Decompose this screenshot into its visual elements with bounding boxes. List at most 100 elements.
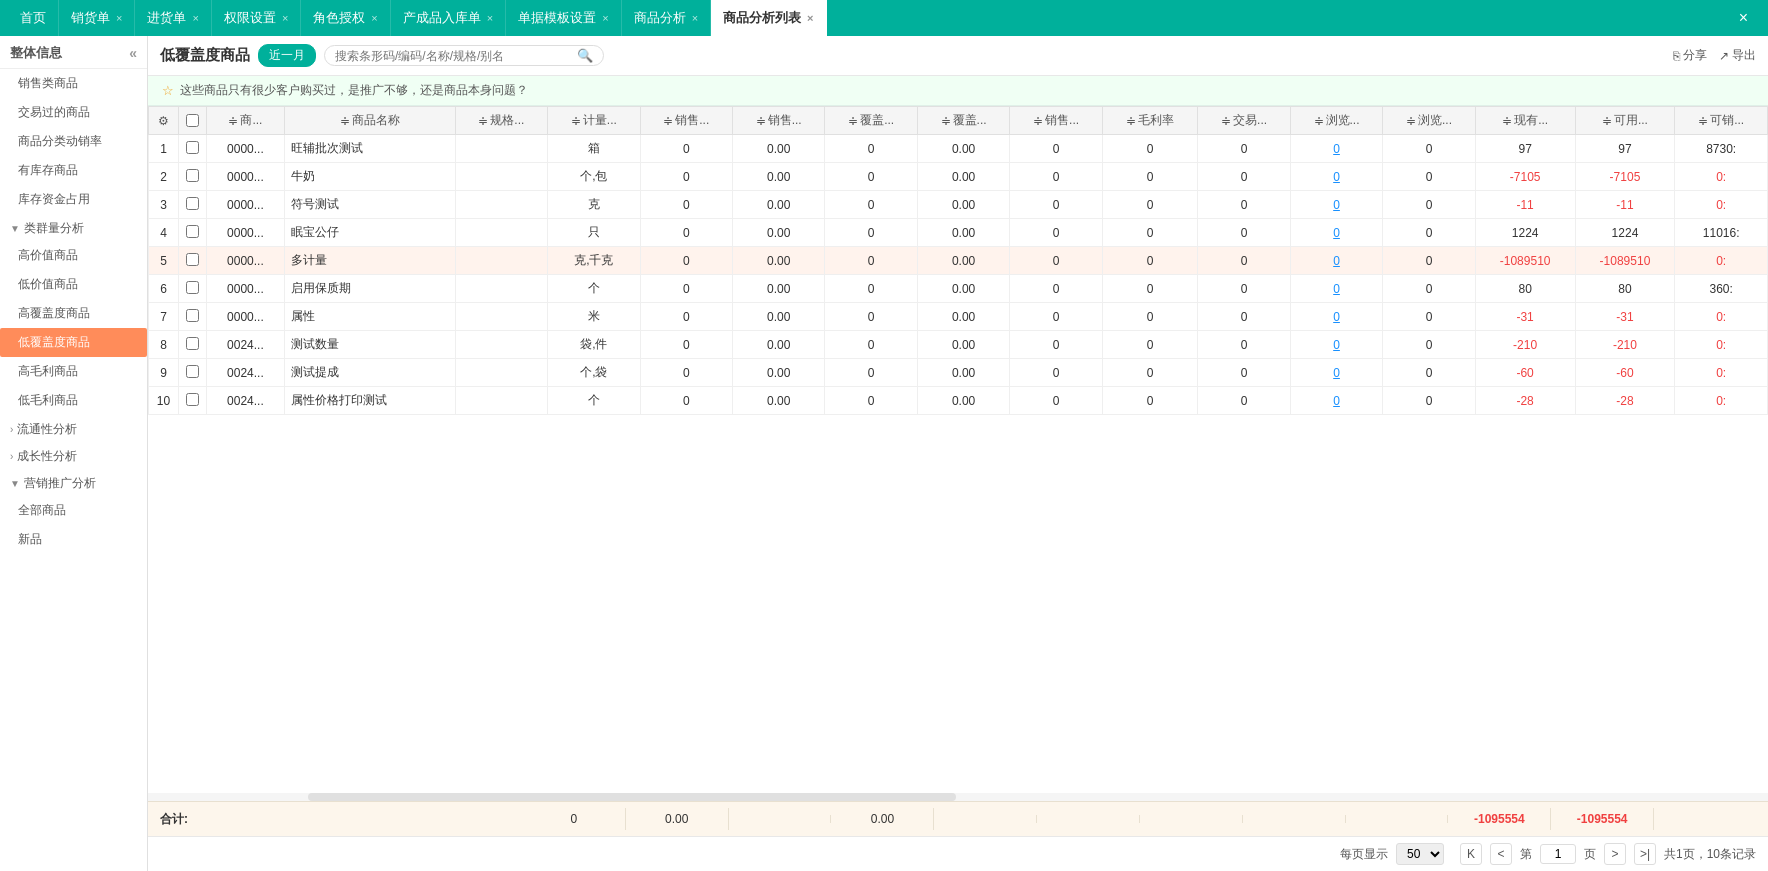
period-btn[interactable]: 近一月 xyxy=(258,44,316,67)
share-btn[interactable]: ⎘ 分享 xyxy=(1673,47,1707,64)
sidebar-item-high-margin[interactable]: 高毛利商品 xyxy=(0,357,147,386)
tab-purchase[interactable]: 进货单 × xyxy=(135,0,211,36)
cell-view1[interactable]: 0 xyxy=(1290,135,1382,163)
sidebar-section-growth[interactable]: › 成长性分析 xyxy=(0,442,147,469)
th-cover1[interactable]: ≑覆盖... xyxy=(825,107,917,135)
th-checkbox[interactable] xyxy=(179,107,207,135)
sidebar-item-low-margin[interactable]: 低毛利商品 xyxy=(0,386,147,415)
sidebar-item-sales-goods[interactable]: 销售类商品 xyxy=(0,69,147,98)
tab-production[interactable]: 产成品入库单 × xyxy=(391,0,506,36)
row-checkbox[interactable] xyxy=(186,309,199,322)
export-btn[interactable]: ↗ 导出 xyxy=(1719,47,1756,64)
th-cover2[interactable]: ≑覆盖... xyxy=(917,107,1009,135)
cell-view1[interactable]: 0 xyxy=(1290,191,1382,219)
th-name[interactable]: ≑商品名称 xyxy=(284,107,455,135)
cell-view1[interactable]: 0 xyxy=(1290,303,1382,331)
last-page-btn[interactable]: >| xyxy=(1634,843,1656,865)
cell-view1[interactable]: 0 xyxy=(1290,387,1382,415)
th-sales-amt[interactable]: ≑销售... xyxy=(732,107,824,135)
scroll-bar-container[interactable] xyxy=(148,793,1768,801)
row-checkbox[interactable] xyxy=(186,365,199,378)
cell-checkbox[interactable] xyxy=(179,359,207,387)
tab-role-close[interactable]: × xyxy=(371,12,377,24)
th-view1[interactable]: ≑浏览... xyxy=(1290,107,1382,135)
th-spec[interactable]: ≑规格... xyxy=(455,107,547,135)
tab-production-close[interactable]: × xyxy=(487,12,493,24)
sidebar-item-low-coverage[interactable]: 低覆盖度商品 xyxy=(0,328,147,357)
cell-view1[interactable]: 0 xyxy=(1290,359,1382,387)
tab-goods-analysis[interactable]: 商品分析 × xyxy=(622,0,711,36)
cell-checkbox[interactable] xyxy=(179,387,207,415)
th-available[interactable]: ≑可用... xyxy=(1575,107,1675,135)
tab-template-close[interactable]: × xyxy=(602,12,608,24)
tab-goods-analysis-list[interactable]: 商品分析列表 × xyxy=(711,0,826,36)
th-cover2-sort: ≑ xyxy=(941,114,951,128)
th-sales-qty[interactable]: ≑销售... xyxy=(640,107,732,135)
row-checkbox[interactable] xyxy=(186,337,199,350)
cell-view1[interactable]: 0 xyxy=(1290,219,1382,247)
th-sales3[interactable]: ≑销售... xyxy=(1010,107,1102,135)
cell-spec xyxy=(455,163,547,191)
row-checkbox[interactable] xyxy=(186,169,199,182)
first-page-btn[interactable]: K xyxy=(1460,843,1482,865)
cell-checkbox[interactable] xyxy=(179,331,207,359)
row-checkbox[interactable] xyxy=(186,393,199,406)
cell-checkbox[interactable] xyxy=(179,219,207,247)
sidebar-item-new-goods[interactable]: 新品 xyxy=(0,525,147,554)
th-trade[interactable]: ≑交易... xyxy=(1198,107,1290,135)
cell-checkbox[interactable] xyxy=(179,247,207,275)
th-gross[interactable]: ≑毛利率 xyxy=(1102,107,1198,135)
cell-view1[interactable]: 0 xyxy=(1290,275,1382,303)
cell-view1[interactable]: 0 xyxy=(1290,247,1382,275)
cell-checkbox[interactable] xyxy=(179,303,207,331)
cell-view1[interactable]: 0 xyxy=(1290,163,1382,191)
sidebar-section-circulation[interactable]: › 流通性分析 xyxy=(0,415,147,442)
sidebar-item-high-value[interactable]: 高价值商品 xyxy=(0,241,147,270)
th-current[interactable]: ≑现有... xyxy=(1475,107,1575,135)
cell-view2: 0 xyxy=(1383,247,1475,275)
th-unit[interactable]: ≑计量... xyxy=(548,107,640,135)
tab-goods-analysis-list-close[interactable]: × xyxy=(807,12,813,24)
tab-permission-close[interactable]: × xyxy=(282,12,288,24)
sidebar-section-cluster[interactable]: ▼ 类群量分析 xyxy=(0,214,147,241)
row-checkbox[interactable] xyxy=(186,253,199,266)
th-settings[interactable]: ⚙ xyxy=(149,107,179,135)
next-page-btn[interactable]: > xyxy=(1604,843,1626,865)
th-code[interactable]: ≑商... xyxy=(207,107,285,135)
sidebar-section-marketing[interactable]: ▼ 营销推广分析 xyxy=(0,469,147,496)
sidebar-item-stocked-goods[interactable]: 有库存商品 xyxy=(0,156,147,185)
sidebar-item-low-value[interactable]: 低价值商品 xyxy=(0,270,147,299)
tab-purchase-close[interactable]: × xyxy=(192,12,198,24)
sidebar-collapse-btn[interactable]: « xyxy=(129,45,137,61)
tab-home[interactable]: 首页 xyxy=(4,0,59,36)
tab-role[interactable]: 角色授权 × xyxy=(301,0,390,36)
row-checkbox[interactable] xyxy=(186,225,199,238)
search-input[interactable] xyxy=(335,49,573,63)
select-all-checkbox[interactable] xyxy=(186,114,199,127)
th-saleable[interactable]: ≑可销... xyxy=(1675,107,1768,135)
tab-permission[interactable]: 权限设置 × xyxy=(212,0,301,36)
sidebar-item-stock-capital[interactable]: 库存资金占用 xyxy=(0,185,147,214)
cell-trade: 0 xyxy=(1198,275,1290,303)
cell-checkbox[interactable] xyxy=(179,275,207,303)
cell-checkbox[interactable] xyxy=(179,191,207,219)
page-number-input[interactable]: 1 xyxy=(1540,844,1576,864)
row-checkbox[interactable] xyxy=(186,141,199,154)
th-view2[interactable]: ≑浏览... xyxy=(1383,107,1475,135)
per-page-select[interactable]: 50 xyxy=(1396,843,1444,865)
cell-checkbox[interactable] xyxy=(179,135,207,163)
tab-goods-analysis-close[interactable]: × xyxy=(692,12,698,24)
sidebar-item-high-coverage[interactable]: 高覆盖度商品 xyxy=(0,299,147,328)
tab-sales[interactable]: 销货单 × xyxy=(59,0,135,36)
tab-template[interactable]: 单据模板设置 × xyxy=(506,0,621,36)
window-close-btn[interactable]: × xyxy=(1723,9,1764,27)
sidebar-item-traded-goods[interactable]: 交易过的商品 xyxy=(0,98,147,127)
sidebar-item-category-rate[interactable]: 商品分类动销率 xyxy=(0,127,147,156)
row-checkbox[interactable] xyxy=(186,197,199,210)
sidebar-item-all-goods[interactable]: 全部商品 xyxy=(0,496,147,525)
cell-checkbox[interactable] xyxy=(179,163,207,191)
cell-view1[interactable]: 0 xyxy=(1290,331,1382,359)
prev-page-btn[interactable]: < xyxy=(1490,843,1512,865)
row-checkbox[interactable] xyxy=(186,281,199,294)
tab-sales-close[interactable]: × xyxy=(116,12,122,24)
